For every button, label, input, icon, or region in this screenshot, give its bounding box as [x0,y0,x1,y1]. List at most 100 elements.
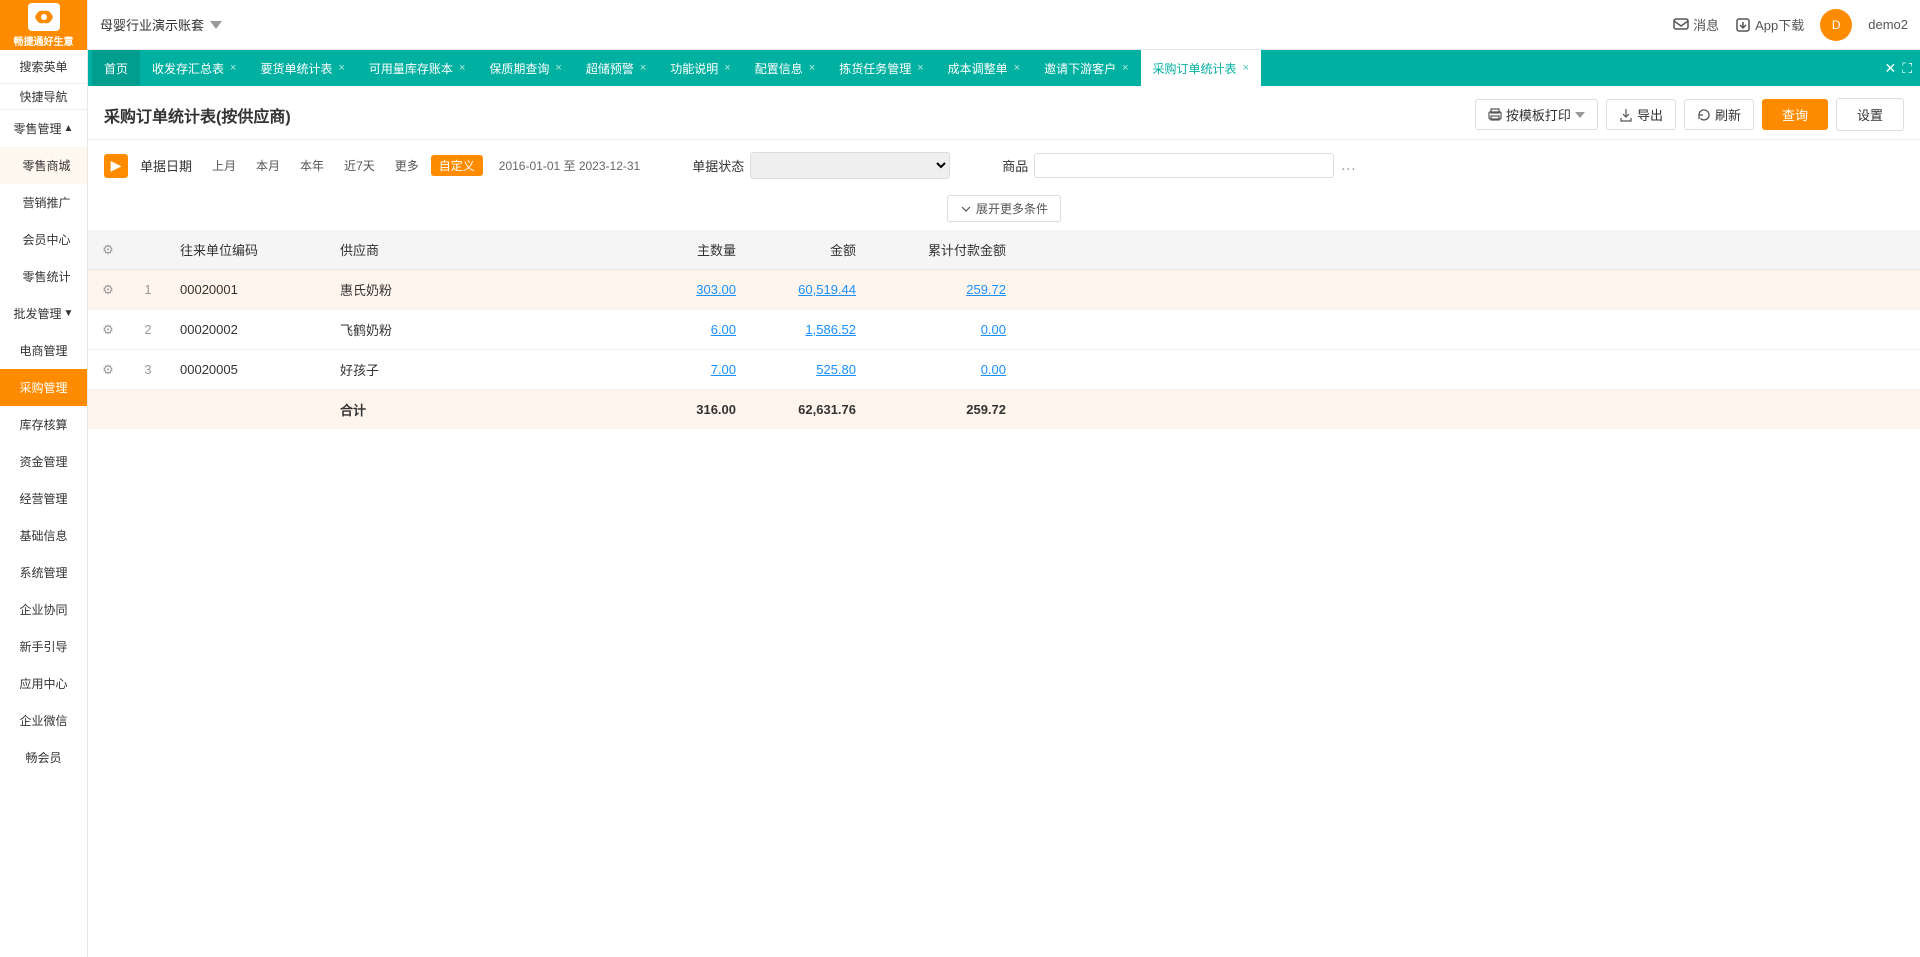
shortcut-more[interactable]: 更多 [387,155,427,176]
tab-purchase-order-stat-close[interactable]: × [1243,62,1249,74]
page-content: 采购订单统计表(按供应商) 按模板打印 [88,86,1920,957]
tab-receive-summary[interactable]: 收发存汇总表 × [140,50,248,86]
goods-more-icon[interactable]: … [1340,157,1356,175]
sidebar-item-retail[interactable]: 零售管理 ▲ [0,110,87,147]
sidebar-item-wechat[interactable]: 企业微信 [0,702,87,739]
print-icon [1488,108,1502,122]
sidebar-item-inventory[interactable]: 库存核算 [0,406,87,443]
row-supplier-code-2: 00020005 [168,350,328,390]
tab-overstock-close[interactable]: × [640,62,646,74]
btn-query[interactable]: 查询 [1762,99,1828,130]
row-amount-2[interactable]: 525.80 [748,350,868,390]
sidebar-item-retail-shop[interactable]: 零售商城 [0,147,87,184]
date-shortcuts: 上月 本月 本年 近7天 更多 自定义 [204,155,483,176]
app-download-area[interactable]: App下载 [1735,15,1804,34]
tab-invite-downstream[interactable]: 邀请下游客户 × [1032,50,1140,86]
sidebar-item-basic[interactable]: 基础信息 [0,517,87,554]
row-settings-2[interactable]: ⚙ [88,350,128,390]
page-header: 采购订单统计表(按供应商) 按模板打印 [88,86,1920,140]
row-qty-0[interactable]: 303.00 [628,270,748,310]
workspace-dropdown-icon[interactable] [210,21,222,29]
row-paid-1[interactable]: 0.00 [868,310,1018,350]
tab-inventory-ledger[interactable]: 可用量库存账本 × [357,50,477,86]
sidebar-item-quicknav[interactable]: 快捷导航 [0,84,87,110]
row-paid-2[interactable]: 0.00 [868,350,1018,390]
tab-func-desc-close[interactable]: × [724,62,730,74]
tab-home[interactable]: 首页 [92,50,140,86]
goods-label: 商品 [1002,156,1028,175]
btn-export[interactable]: 导出 [1606,99,1676,130]
tab-expiry-query-close[interactable]: × [555,62,561,74]
shortcut-this-year[interactable]: 本年 [292,155,332,176]
btn-expand-filters[interactable]: 展开更多条件 [947,195,1061,222]
row-amount-1[interactable]: 1,586.52 [748,310,868,350]
tab-close-all-icon[interactable]: ✕ [1884,60,1896,77]
row-settings-0[interactable]: ⚙ [88,270,128,310]
tab-purchase-order-stat-label: 采购订单统计表 [1153,60,1237,77]
user-avatar[interactable]: D [1820,9,1852,41]
tab-config-info-close[interactable]: × [809,62,815,74]
row-supplier-name-1: 飞鹤奶粉 [328,310,628,350]
sidebar-item-operations[interactable]: 经营管理 [0,480,87,517]
sidebar-item-enterprise[interactable]: 企业协同 [0,591,87,628]
sidebar-item-vip[interactable]: 畅会员 [0,739,87,776]
tfoot-qty: 316.00 [628,390,748,430]
row-settings-1[interactable]: ⚙ [88,310,128,350]
tab-picking-task[interactable]: 拣货任务管理 × [827,50,935,86]
row-extra-0 [1018,270,1920,310]
shortcut-7days[interactable]: 近7天 [336,155,383,176]
shortcut-last-month[interactable]: 上月 [204,155,244,176]
tab-expiry-query[interactable]: 保质期查询 × [477,50,573,86]
sidebar-logo: 畅捷通好生意 [0,0,87,50]
btn-template-print[interactable]: 按模板打印 [1475,99,1598,130]
shortcut-this-month[interactable]: 本月 [248,155,288,176]
tab-config-info[interactable]: 配置信息 × [743,50,827,86]
message-icon-area[interactable]: 消息 [1673,15,1719,34]
tab-func-desc[interactable]: 功能说明 × [658,50,742,86]
tab-purchase-stat[interactable]: 要货单统计表 × [248,50,356,86]
tab-picking-task-close[interactable]: × [917,62,923,74]
row-amount-0[interactable]: 60,519.44 [748,270,868,310]
sidebar-item-wholesale[interactable]: 批发管理 ▼ [0,295,87,332]
btn-refresh[interactable]: 刷新 [1684,99,1754,130]
sidebar-item-marketing[interactable]: 营销推广 [0,184,87,221]
user-avatar-text: D [1832,18,1841,32]
tab-cost-adjust[interactable]: 成本调整单 × [936,50,1032,86]
sidebar-item-appstore[interactable]: 应用中心 [0,665,87,702]
shortcut-custom[interactable]: 自定义 [431,155,483,176]
sidebar-item-member[interactable]: 会员中心 [0,221,87,258]
sidebar-item-ecommerce[interactable]: 电商管理 [0,332,87,369]
tab-purchase-order-stat[interactable]: 采购订单统计表 × [1141,50,1261,86]
row-qty-1[interactable]: 6.00 [628,310,748,350]
table-row: ⚙ 2 00020002 飞鹤奶粉 6.00 1,586.52 0.00 [88,310,1920,350]
tab-overstock[interactable]: 超储预警 × [574,50,658,86]
workspace-label: 母婴行业演示账套 [100,15,204,34]
tab-cost-adjust-close[interactable]: × [1014,62,1020,74]
sidebar-item-finance[interactable]: 资金管理 [0,443,87,480]
sidebar-item-search[interactable]: 搜索英单 [0,50,87,84]
row-qty-2[interactable]: 7.00 [628,350,748,390]
table-header-row: ⚙ 往来单位编码 供应商 主数量 金额 累计付款金额 [88,230,1920,270]
filter-collapse-toggle[interactable]: ▶ [104,154,128,178]
tab-cost-adjust-label: 成本调整单 [948,60,1008,77]
th-settings[interactable]: ⚙ [88,230,128,270]
sidebar-item-newbie[interactable]: 新手引导 [0,628,87,665]
tab-invite-downstream-label: 邀请下游客户 [1044,60,1116,77]
tab-purchase-stat-close[interactable]: × [338,62,344,74]
tab-inventory-ledger-label: 可用量库存账本 [369,60,453,77]
tabbar-actions: ✕ ⛶ [1884,60,1916,77]
row-paid-0[interactable]: 259.72 [868,270,1018,310]
status-select[interactable] [750,152,950,179]
filter-status-group: 单据状态 [692,152,950,179]
tab-maximize-icon[interactable]: ⛶ [1902,60,1912,77]
btn-settings[interactable]: 设置 [1836,98,1904,131]
sidebar-item-purchase[interactable]: 采购管理 [0,369,87,406]
page-header-actions: 按模板打印 导出 刷新 [1475,98,1904,131]
tab-invite-downstream-close[interactable]: × [1122,62,1128,74]
tab-inventory-ledger-close[interactable]: × [459,62,465,74]
sidebar-item-retail-stat[interactable]: 零售统计 [0,258,87,295]
sidebar-item-system[interactable]: 系统管理 [0,554,87,591]
user-name[interactable]: demo2 [1868,17,1908,32]
tab-receive-summary-close[interactable]: × [230,62,236,74]
goods-input[interactable] [1034,153,1334,178]
